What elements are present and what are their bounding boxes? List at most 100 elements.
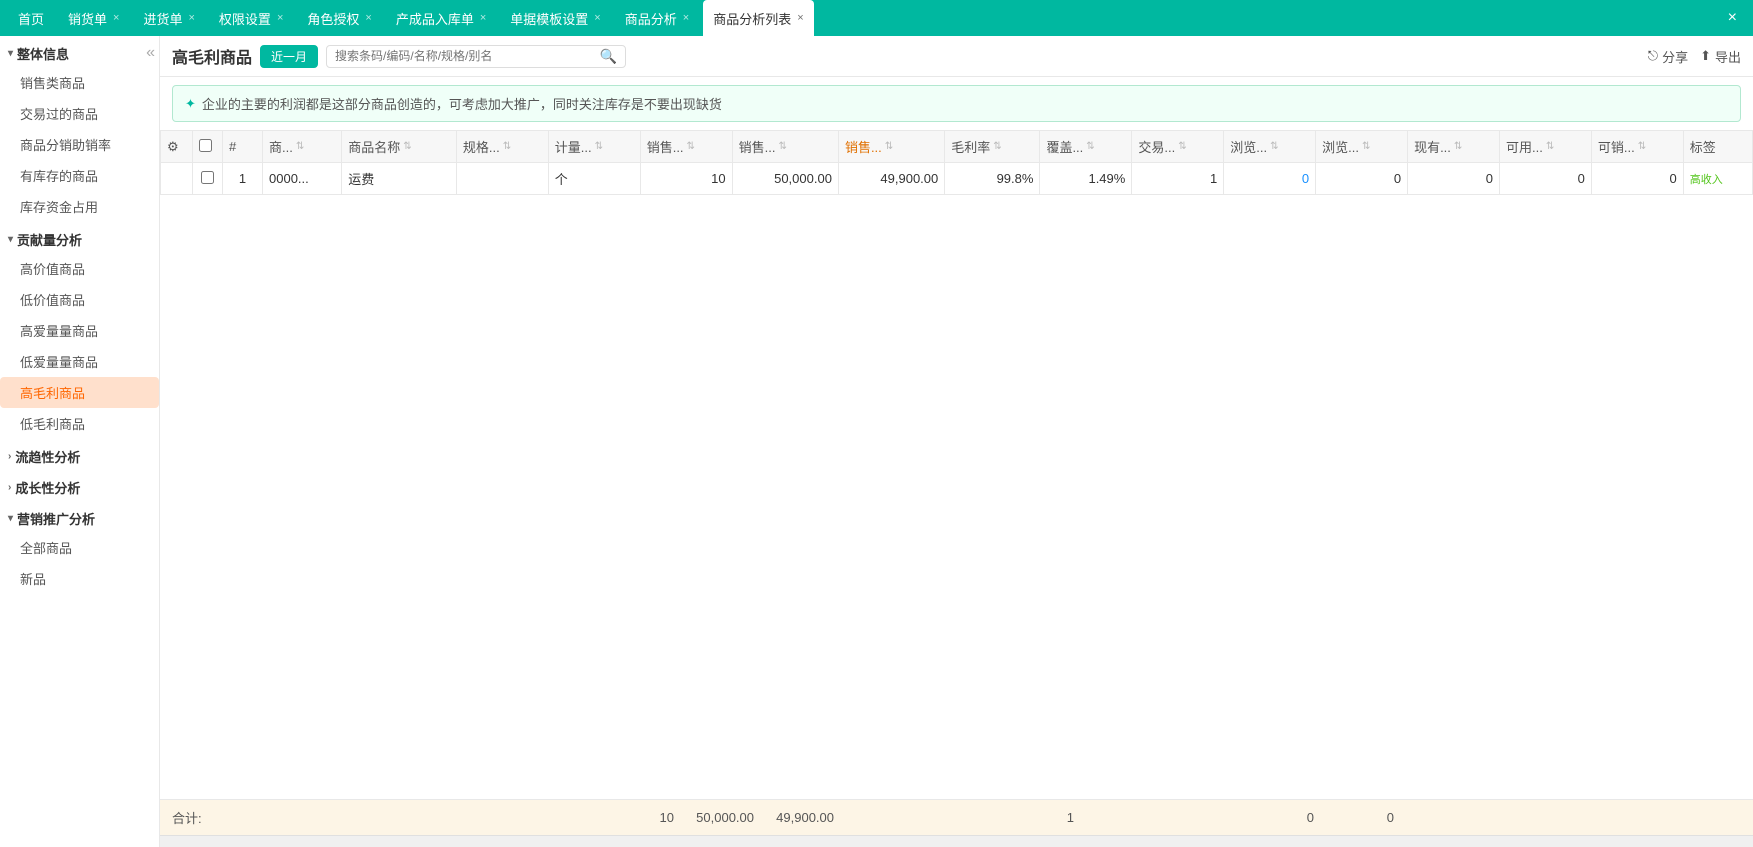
col-stock-current[interactable]: 现有...⇅	[1408, 131, 1500, 163]
nav-template-settings[interactable]: 单据模板设置 ×	[500, 0, 610, 36]
footer-sales-amount: 50,000.00	[682, 810, 762, 825]
nav-close-role[interactable]: ×	[365, 12, 371, 24]
cell-sku: 0000...	[263, 163, 342, 195]
col-sales-profit[interactable]: 销售...⇅	[838, 131, 944, 163]
sidebar-group-growth[interactable]: › 成长性分析	[0, 470, 159, 501]
col-view1[interactable]: 浏览...⇅	[1224, 131, 1316, 163]
overall-arrow: ▾	[8, 48, 13, 59]
nav-close-template[interactable]: ×	[594, 12, 600, 24]
sidebar-group-overall[interactable]: ▾ 整体信息	[0, 36, 159, 67]
horizontal-scrollbar[interactable]	[160, 835, 1753, 847]
nav-sales-order[interactable]: 销货单 ×	[58, 0, 129, 36]
sidebar-item-all-goods[interactable]: 全部商品	[0, 532, 159, 563]
col-sales-amount[interactable]: 销售...⇅	[732, 131, 838, 163]
sidebar-collapse-btn[interactable]: «	[146, 44, 155, 62]
col-stock-available[interactable]: 可用...⇅	[1499, 131, 1591, 163]
share-icon: ⎋	[1648, 48, 1658, 64]
main-layout: « ▾ 整体信息 销售类商品 交易过的商品 商品分销助销率 有库存的商品 库存资…	[0, 36, 1753, 847]
cell-spec	[456, 163, 548, 195]
col-gross-margin[interactable]: 毛利率⇅	[945, 131, 1040, 163]
col-sku[interactable]: 商...⇅	[263, 131, 342, 163]
col-view2[interactable]: 浏览...⇅	[1316, 131, 1408, 163]
col-setting[interactable]: ⚙	[161, 131, 193, 163]
sidebar-item-stock-capital[interactable]: 库存资金占用	[0, 191, 159, 222]
table-footer: 合计: 10 50,000.00 49,900.00 1 0 0	[160, 799, 1753, 835]
nav-permissions[interactable]: 权限设置 ×	[209, 0, 293, 36]
col-name[interactable]: 商品名称⇅	[342, 131, 457, 163]
sidebar-item-low-margin[interactable]: 低毛利商品	[0, 408, 159, 439]
nav-product-analysis-list[interactable]: 商品分析列表 ×	[703, 0, 813, 36]
nav-close-analysis[interactable]: ×	[683, 12, 689, 24]
footer-stock-available: 0	[1322, 810, 1402, 825]
sidebar-item-new-products[interactable]: 新品	[0, 563, 159, 594]
nav-purchase-order[interactable]: 进货单 ×	[133, 0, 204, 36]
col-index: #	[223, 131, 263, 163]
banner-text: 企业的主要的利润都是这部分商品创造的，可考虑加大推广，同时关注库存是不要出现缺货	[202, 94, 722, 113]
table-header-row: ⚙ # 商...⇅ 商品名称⇅	[161, 131, 1753, 163]
export-icon: ⬆	[1700, 48, 1711, 64]
search-icon[interactable]: 🔍	[600, 48, 617, 65]
marketing-arrow: ▾	[8, 513, 13, 524]
nav-close-inbound[interactable]: ×	[480, 12, 486, 24]
sidebar-item-sales-goods[interactable]: 销售类商品	[0, 67, 159, 98]
growth-arrow: ›	[8, 482, 11, 493]
cell-tag: 高收入	[1683, 163, 1752, 195]
sidebar-group-marketing[interactable]: ▾ 营销推广分析	[0, 501, 159, 532]
select-all-checkbox[interactable]	[199, 139, 212, 152]
nav-close-sales[interactable]: ×	[113, 12, 119, 24]
cell-trade: 1	[1132, 163, 1224, 195]
share-button[interactable]: ⎋ 分享	[1648, 47, 1688, 66]
col-checkbox	[193, 131, 223, 163]
footer-trade: 1	[1002, 810, 1082, 825]
sidebar-item-distribution-rate[interactable]: 商品分销助销率	[0, 129, 159, 160]
nav-role-auth[interactable]: 角色授权 ×	[297, 0, 381, 36]
filter-recent-month[interactable]: 近一月	[260, 45, 318, 68]
nav-home[interactable]: 首页	[8, 0, 54, 36]
info-icon: ✦	[185, 96, 196, 112]
sidebar-item-low-value[interactable]: 低价值商品	[0, 284, 159, 315]
contribution-arrow: ▾	[8, 234, 13, 245]
sidebar-group-contribution[interactable]: ▾ 贡献量分析	[0, 222, 159, 253]
footer-sales-profit: 49,900.00	[762, 810, 842, 825]
cell-coverage: 1.49%	[1040, 163, 1132, 195]
footer-sales-qty: 10	[602, 810, 682, 825]
col-tag[interactable]: 标签	[1683, 131, 1752, 163]
col-unit[interactable]: 计量...⇅	[548, 131, 640, 163]
col-stock-sellable[interactable]: 可销...⇅	[1591, 131, 1683, 163]
sidebar: « ▾ 整体信息 销售类商品 交易过的商品 商品分销助销率 有库存的商品 库存资…	[0, 36, 160, 847]
cell-sales-amount: 50,000.00	[732, 163, 838, 195]
table-wrapper: ⚙ # 商...⇅ 商品名称⇅	[160, 130, 1753, 799]
close-all-tabs[interactable]: ×	[1720, 9, 1745, 27]
footer-stock-current: 0	[1242, 810, 1322, 825]
cell-checkbox[interactable]	[193, 163, 223, 195]
page-title: 高毛利商品	[172, 44, 252, 68]
nav-close-purchase[interactable]: ×	[188, 12, 194, 24]
export-button[interactable]: ⬆ 导出	[1700, 47, 1741, 66]
nav-product-inbound[interactable]: 产成品入库单 ×	[386, 0, 496, 36]
nav-product-analysis[interactable]: 商品分析 ×	[615, 0, 699, 36]
sidebar-item-in-stock[interactable]: 有库存的商品	[0, 160, 159, 191]
col-trade[interactable]: 交易...⇅	[1132, 131, 1224, 163]
content-header: 高毛利商品 近一月 🔍 ⎋ 分享 ⬆ 导出	[160, 36, 1753, 77]
nav-close-analysis-list[interactable]: ×	[797, 12, 803, 24]
table-row: 1 0000... 运费 个 10 50,000.00 49,900.00 99…	[161, 163, 1753, 195]
sidebar-item-low-freq[interactable]: 低爱量量商品	[0, 346, 159, 377]
col-coverage[interactable]: 覆盖...⇅	[1040, 131, 1132, 163]
sidebar-item-traded-goods[interactable]: 交易过的商品	[0, 98, 159, 129]
sidebar-item-high-value[interactable]: 高价值商品	[0, 253, 159, 284]
col-sales-qty[interactable]: 销售...⇅	[640, 131, 732, 163]
nav-close-permissions[interactable]: ×	[277, 12, 283, 24]
sidebar-item-high-margin[interactable]: 高毛利商品	[0, 377, 159, 408]
cell-setting	[161, 163, 193, 195]
cell-view1[interactable]: 0	[1224, 163, 1316, 195]
cell-index: 1	[223, 163, 263, 195]
cell-stock-current: 0	[1408, 163, 1500, 195]
cell-unit: 个	[548, 163, 640, 195]
search-input[interactable]	[335, 49, 596, 63]
sidebar-group-flow[interactable]: › 流趋性分析	[0, 439, 159, 470]
cell-stock-available: 0	[1499, 163, 1591, 195]
col-spec[interactable]: 规格...⇅	[456, 131, 548, 163]
sidebar-item-high-freq[interactable]: 高爱量量商品	[0, 315, 159, 346]
footer-label: 合计:	[172, 808, 252, 827]
header-actions: ⎋ 分享 ⬆ 导出	[1648, 47, 1741, 66]
